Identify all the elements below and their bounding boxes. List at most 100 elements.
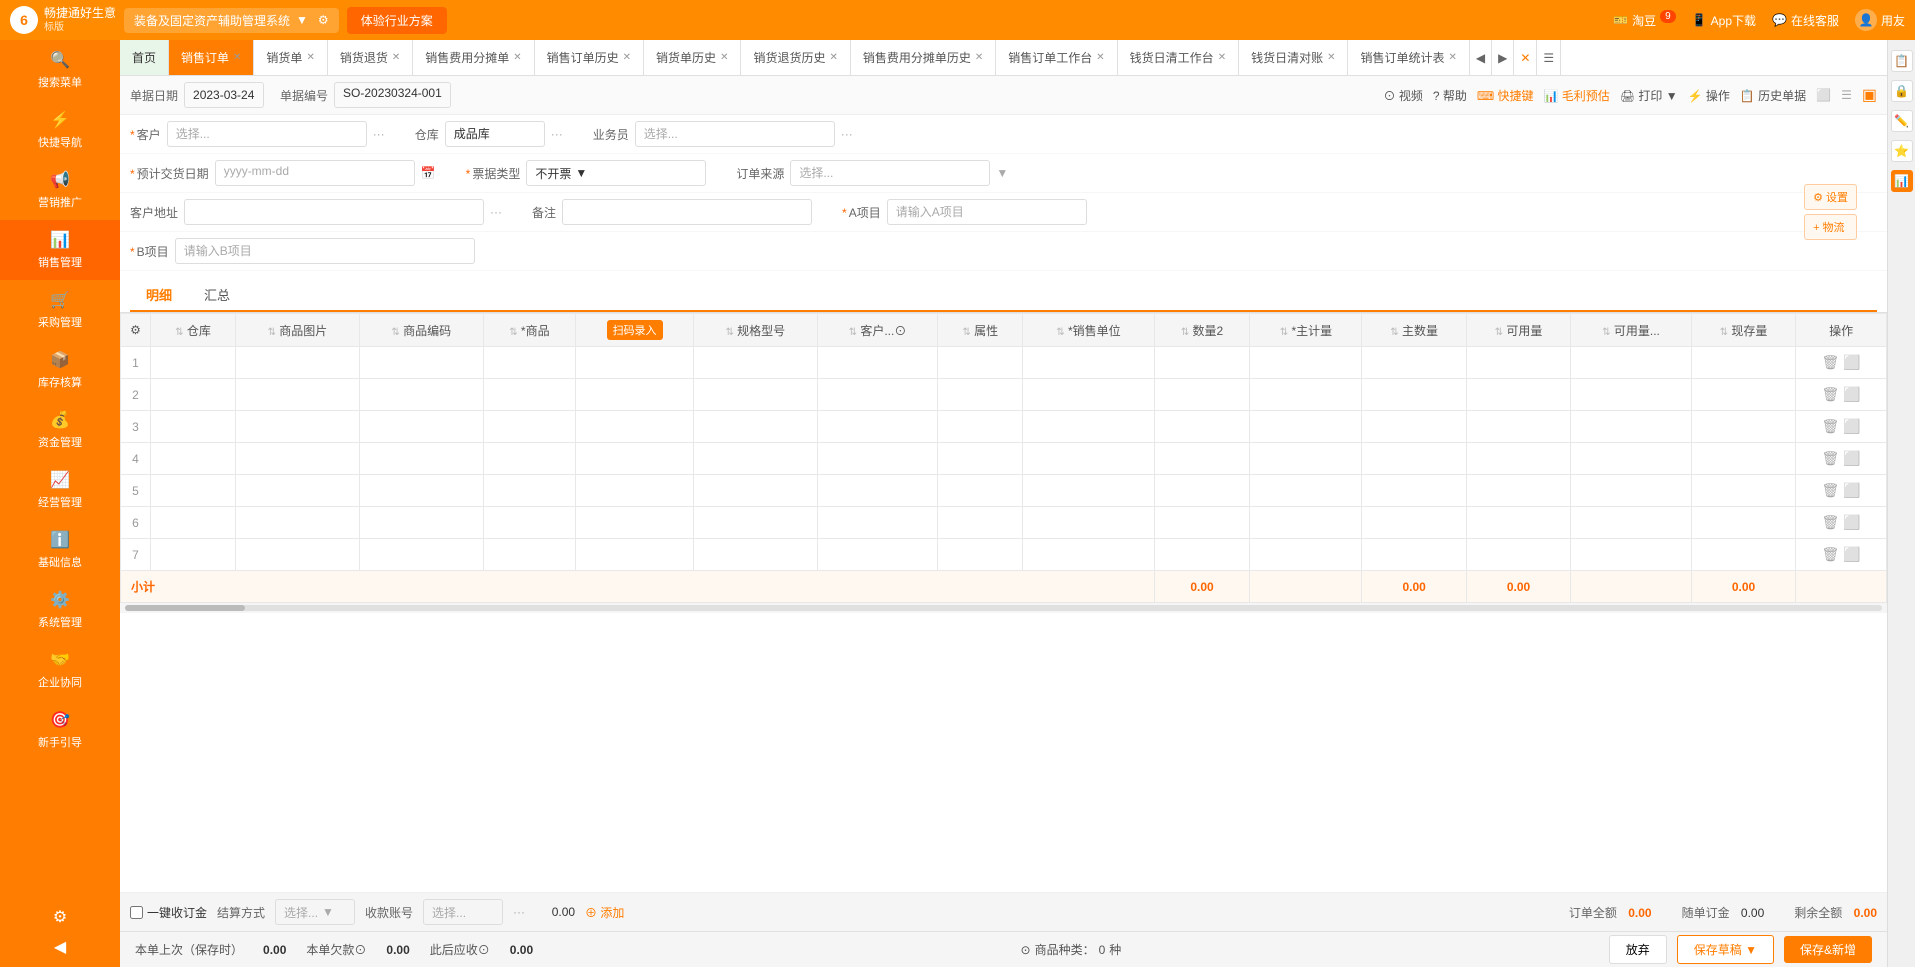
delete-icon[interactable]: 🗑 (1822, 546, 1840, 563)
history-btn[interactable]: 📋 历史单据 (1740, 87, 1806, 104)
delete-icon[interactable]: 🗑 (1822, 450, 1840, 467)
right-icon-5[interactable]: 📊 (1891, 170, 1913, 192)
tab-summary[interactable]: 汇总 (188, 279, 246, 310)
profit-btn[interactable]: 📊 毛利预估 (1544, 87, 1610, 104)
copy-icon[interactable]: ⬜ (1843, 514, 1860, 531)
delete-icon[interactable]: 🗑 (1822, 514, 1840, 531)
col-sales-unit[interactable]: ⇅ *销售单位 (1023, 314, 1154, 347)
tab-cash-daily[interactable]: 钱货日清工作台 ✕ (1118, 40, 1239, 76)
tab-close-inv-hist[interactable]: ✕ (720, 52, 728, 63)
tab-sales-order[interactable]: 销售订单 ✕ (169, 40, 254, 76)
delete-icon[interactable]: 🗑 (1822, 354, 1840, 371)
tab-sales-return[interactable]: 销货退货 ✕ (328, 40, 413, 76)
account-more[interactable]: ··· (513, 905, 525, 919)
scan-btn[interactable]: 扫码录入 (607, 320, 663, 340)
sidebar-item-search[interactable]: 🔍 搜索菜单 (0, 40, 120, 100)
video-btn[interactable]: ⊙ 视频 (1384, 87, 1423, 104)
tab-order-history[interactable]: 销售订单历史 ✕ (535, 40, 644, 76)
tab-close-reconcile[interactable]: ✕ (1327, 52, 1335, 63)
tao-dou-item[interactable]: 🎫 淘豆 9 (1613, 12, 1676, 29)
tab-return-history[interactable]: 销货退货历史 ✕ (741, 40, 850, 76)
deposit-checkbox[interactable] (130, 906, 143, 919)
sidebar-item-system[interactable]: ⚙️ 系统管理 (0, 580, 120, 640)
sidebar-item-collab[interactable]: 🤝 企业协同 (0, 640, 120, 700)
tab-close-stats[interactable]: ✕ (1449, 52, 1457, 63)
col-product-img[interactable]: ⇅ 商品图片 (236, 314, 360, 347)
tab-next-arrow[interactable]: ▶ (1492, 40, 1514, 76)
user-item[interactable]: 👤 用友 (1855, 9, 1905, 31)
delivery-input[interactable]: yyyy-mm-dd (215, 160, 415, 186)
tab-close-fee-hist[interactable]: ✕ (975, 52, 983, 63)
order-source-select[interactable]: 选择... (790, 160, 990, 186)
copy-icon[interactable]: ⬜ (1843, 450, 1860, 467)
scroll-thumb[interactable] (125, 605, 245, 611)
shortcut-btn[interactable]: ⌨ 快捷键 (1477, 87, 1534, 104)
col-warehouse[interactable]: ⇅ 仓库 (151, 314, 236, 347)
sidebar-item-purchase[interactable]: 🛒 采购管理 (0, 280, 120, 340)
right-icon-4[interactable]: ⭐ (1891, 140, 1913, 162)
sidebar-item-finance[interactable]: 💰 资金管理 (0, 400, 120, 460)
col-attr[interactable]: ⇅ 属性 (938, 314, 1023, 347)
col-avail-more[interactable]: ⇅ 可用量... (1571, 314, 1692, 347)
tab-close-workbench[interactable]: ✕ (1096, 52, 1104, 63)
table-scrollbar[interactable] (120, 603, 1887, 613)
help-btn[interactable]: ? 帮助 (1433, 87, 1467, 104)
copy-icon[interactable]: ⬜ (1843, 482, 1860, 499)
tab-close-ret-hist[interactable]: ✕ (829, 52, 837, 63)
add-logistics-button[interactable]: + 物流 (1804, 214, 1857, 240)
salesperson-more[interactable]: ··· (841, 127, 853, 141)
tab-home[interactable]: 首页 (120, 40, 169, 76)
col-stock[interactable]: ⇅ 现存量 (1691, 314, 1795, 347)
settings-button[interactable]: ⚙ 设置 (1804, 184, 1857, 210)
col-qty2[interactable]: ⇅ 数量2 (1154, 314, 1250, 347)
tab-order-workbench[interactable]: 销售订单工作台 ✕ (996, 40, 1117, 76)
col-product-code[interactable]: ⇅ 商品编码 (359, 314, 483, 347)
tab-close-all[interactable]: ✕ (1514, 40, 1537, 76)
payment-method-select[interactable]: 选择... ▼ (275, 899, 355, 925)
warehouse-more[interactable]: ··· (551, 127, 563, 141)
one-click-deposit-checkbox[interactable]: 一键收订金 (130, 904, 207, 921)
customer-more[interactable]: ··· (373, 127, 385, 141)
sidebar-item-inventory[interactable]: 📦 库存核算 (0, 340, 120, 400)
col-main-qty[interactable]: ⇅ 主数量 (1362, 314, 1466, 347)
app-download-item[interactable]: 📱 App下载 (1692, 12, 1756, 29)
sidebar-item-guide[interactable]: 🎯 新手引导 (0, 700, 120, 760)
a-project-input[interactable]: 请输入A项目 (887, 199, 1087, 225)
customer-input[interactable]: 选择... (167, 121, 367, 147)
right-icon-1[interactable]: 📋 (1891, 50, 1913, 72)
tab-order-stats[interactable]: 销售订单统计表 ✕ (1348, 40, 1469, 76)
b-project-input[interactable]: 请输入B项目 (175, 238, 475, 264)
tab-close-fee-split[interactable]: ✕ (513, 52, 521, 63)
tab-close-return[interactable]: ✕ (392, 52, 400, 63)
tab-fee-hist[interactable]: 销售费用分摊单历史 ✕ (851, 40, 996, 76)
operations-btn[interactable]: ⚡ 操作 (1688, 87, 1730, 104)
system-name[interactable]: 装备及固定资产辅助管理系统 ▼ ⚙ (124, 8, 339, 33)
sidebar-item-quicknav[interactable]: ⚡ 快捷导航 (0, 100, 120, 160)
sidebar-settings-icon[interactable]: ⚙ (53, 907, 67, 927)
col-main-unit[interactable]: ⇅ *主计量 (1250, 314, 1362, 347)
warehouse-value[interactable]: 成品库 (445, 121, 545, 147)
tab-fee-split[interactable]: 销售费用分摊单 ✕ (413, 40, 534, 76)
date-input[interactable]: 2023-03-24 (184, 82, 264, 108)
copy-icon[interactable]: ⬜ (1843, 418, 1860, 435)
settings-icon[interactable]: ⚙ (318, 13, 329, 27)
col-settings[interactable]: ⚙ (121, 314, 151, 347)
save-new-button[interactable]: 保存&新增 (1784, 936, 1872, 963)
sidebar-item-basic-info[interactable]: ℹ️ 基础信息 (0, 520, 120, 580)
tab-close-invoice[interactable]: ✕ (306, 52, 314, 63)
expand-icon[interactable]: ⬜ (1816, 88, 1831, 102)
tab-menu[interactable]: ☰ (1537, 40, 1561, 76)
remark-input[interactable] (562, 199, 812, 225)
right-icon-2[interactable]: 🔒 (1891, 80, 1913, 102)
print-btn[interactable]: 🖨 打印 ▼ (1620, 87, 1678, 104)
address-more[interactable]: ··· (490, 205, 502, 219)
delete-icon[interactable]: 🗑 (1822, 386, 1840, 403)
discard-button[interactable]: 放弃 (1609, 935, 1667, 964)
invoice-select[interactable]: 不开票 ▼ (526, 160, 706, 186)
account-select[interactable]: 选择... (423, 899, 503, 925)
tab-close-sales-order[interactable]: ✕ (233, 52, 241, 63)
copy-icon[interactable]: ⬜ (1843, 386, 1860, 403)
save-draft-arrow[interactable]: ▼ (1745, 943, 1757, 957)
list-icon[interactable]: ☰ (1841, 88, 1852, 102)
sidebar-collapse-icon[interactable]: ◀ (54, 937, 66, 957)
